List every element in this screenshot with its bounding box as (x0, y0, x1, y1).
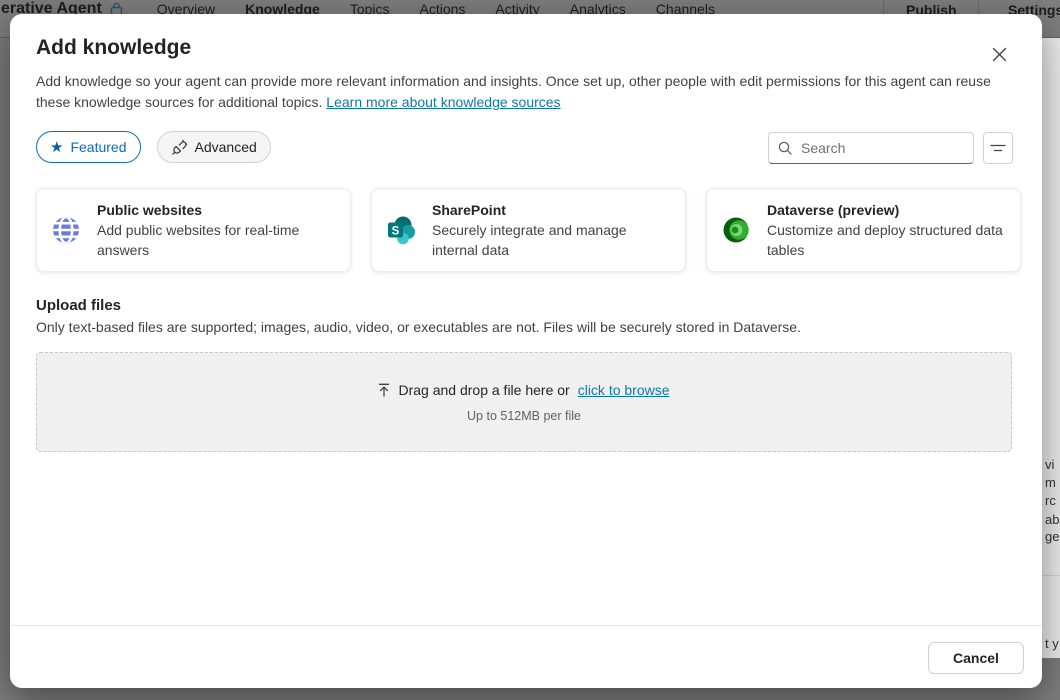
plug-icon (171, 139, 188, 156)
advanced-filter-pill[interactable]: Advanced (156, 131, 271, 163)
clipped-text: t y (1045, 636, 1059, 651)
card-description: Customize and deploy structured data tab… (767, 222, 1003, 258)
upload-files-subtext: Only text-based files are supported; ima… (36, 319, 801, 335)
card-description: Add public websites for real-time answer… (97, 222, 300, 258)
sharepoint-icon: S (386, 215, 416, 245)
divider (1042, 575, 1060, 576)
upload-files-heading: Upload files (36, 297, 122, 314)
upload-arrow-icon (378, 383, 390, 397)
card-title: Dataverse (preview) (767, 202, 900, 218)
clipped-text: ge (1045, 529, 1060, 544)
globe-icon (51, 215, 81, 245)
card-description: Securely integrate and manage internal d… (432, 222, 627, 258)
learn-more-link[interactable]: Learn more about knowledge sources (326, 94, 560, 110)
card-title: Public websites (97, 202, 203, 218)
dialog-description: Add knowledge so your agent can provide … (36, 71, 994, 113)
clipped-text: m (1045, 475, 1056, 490)
svg-text:S: S (392, 226, 400, 238)
featured-label: Featured (70, 139, 127, 155)
card-public-websites[interactable]: Public websites Add public websites for … (36, 188, 351, 272)
card-sharepoint[interactable]: S SharePoint Securely integrate and mana… (371, 188, 686, 272)
add-knowledge-dialog: Add knowledge Add knowledge so your agen… (10, 14, 1042, 688)
card-title: SharePoint (432, 202, 506, 218)
close-button[interactable] (986, 44, 1012, 70)
advanced-label: Advanced (194, 139, 257, 155)
filter-button[interactable] (983, 132, 1013, 164)
dialog-title: Add knowledge (36, 36, 192, 59)
star-icon: ★ (50, 138, 64, 156)
background-side-pane: vi m rc ab ge t y (1042, 38, 1060, 658)
cancel-button[interactable]: Cancel (928, 642, 1024, 674)
clipped-text: vi (1045, 457, 1055, 472)
search-icon (778, 141, 792, 155)
search-box (768, 132, 974, 164)
footer-divider (10, 625, 1042, 626)
clipped-text: ab (1045, 512, 1060, 527)
dropzone-text: Drag and drop a file here or (398, 381, 570, 398)
file-size-limit: Up to 512MB per file (467, 408, 581, 423)
close-icon (992, 47, 1007, 67)
card-dataverse[interactable]: Dataverse (preview) Customize and deploy… (706, 188, 1021, 272)
search-input[interactable] (799, 139, 964, 157)
clipped-text: rc (1045, 493, 1056, 508)
dataverse-icon (721, 215, 751, 245)
filter-icon (990, 141, 1006, 155)
browse-link[interactable]: click to browse (578, 382, 670, 398)
file-dropzone[interactable]: Drag and drop a file here or click to br… (36, 352, 1012, 452)
featured-filter-pill[interactable]: ★ Featured (36, 131, 141, 163)
